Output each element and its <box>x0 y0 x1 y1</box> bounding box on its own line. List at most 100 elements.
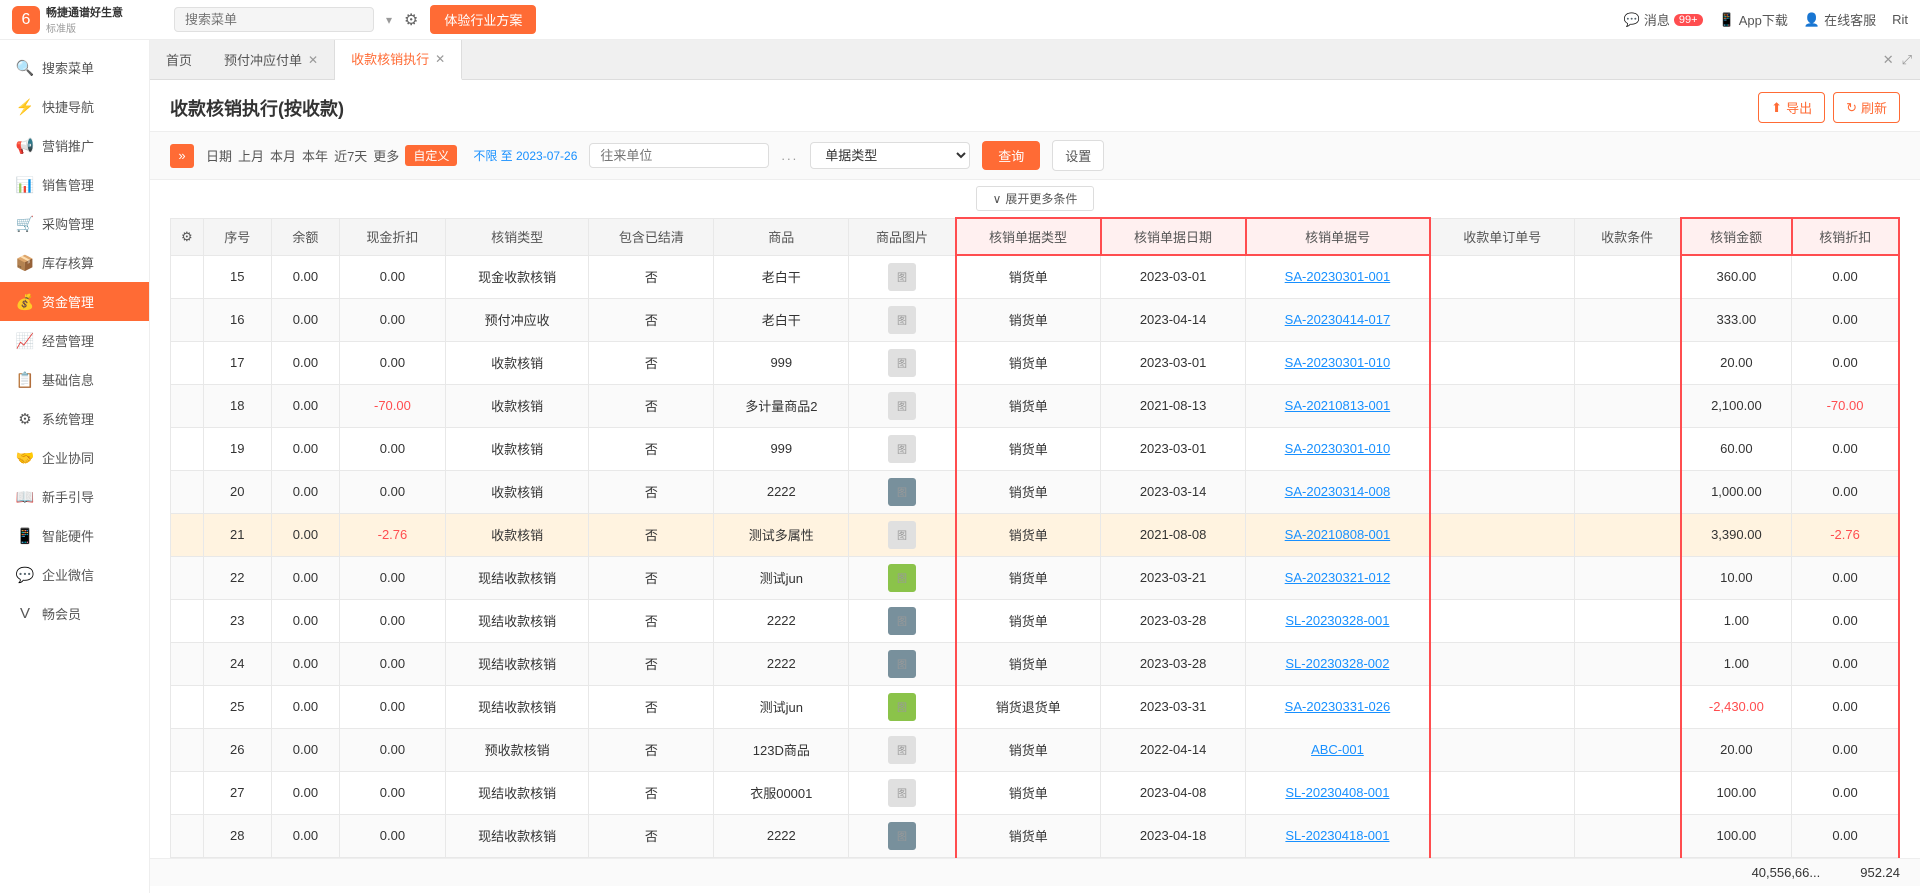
cell-receipt-order-no <box>1430 556 1574 599</box>
cell-goods: 2222 <box>714 642 849 685</box>
tab-close-all[interactable]: ✕ <box>1883 52 1894 68</box>
sidebar-item-basic[interactable]: 📋 基础信息 <box>0 360 149 399</box>
cell-write-off-amount: 20.00 <box>1681 728 1792 771</box>
cell-receipt-order-no <box>1430 298 1574 341</box>
sidebar-item-nav[interactable]: ⚡ 快捷导航 <box>0 87 149 126</box>
sidebar-item-finance[interactable]: 💰 资金管理 <box>0 282 149 321</box>
table-row: 18 0.00 -70.00 收款核销 否 多计量商品2 图 销货单 2021-… <box>171 384 1900 427</box>
table-row: 21 0.00 -2.76 收款核销 否 测试多属性 图 销货单 2021-08… <box>171 513 1900 556</box>
cell-include-settled: 否 <box>589 599 714 642</box>
sidebar-item-guide[interactable]: 📖 新手引导 <box>0 477 149 516</box>
cell-balance: 0.00 <box>271 513 339 556</box>
system-icon: ⚙ <box>16 410 34 428</box>
logo-text: 畅捷通谱好生意 标准版 <box>46 4 123 35</box>
tab-prepay-close[interactable]: ✕ <box>308 53 318 67</box>
total-amount: 40,556,66... <box>1752 865 1821 880</box>
expand-more-btn[interactable]: ∨ 展开更多条件 <box>976 186 1095 211</box>
table-row: 16 0.00 0.00 预付冲应收 否 老白干 图 销货单 2023-04-1… <box>171 298 1900 341</box>
col-index: 序号 <box>203 218 271 255</box>
cell-goods-img: 图 <box>849 255 956 298</box>
col-write-off-type: 核销类型 <box>445 218 589 255</box>
cell-cash-discount: 0.00 <box>340 771 446 814</box>
cell-goods: 999 <box>714 427 849 470</box>
page-header: 收款核销执行(按收款) ⬆ 导出 ↻ 刷新 <box>150 80 1920 131</box>
cell-index: 19 <box>203 427 271 470</box>
sidebar-item-collab[interactable]: 🤝 企业协同 <box>0 438 149 477</box>
app-download-btn[interactable]: 📱 App下载 <box>1719 10 1788 29</box>
cell-receipt-order-no <box>1430 255 1574 298</box>
col-gear[interactable]: ⚙ <box>171 218 204 255</box>
dropdown-icon[interactable]: ▾ <box>386 13 392 27</box>
tab-home[interactable]: 首页 <box>150 40 208 80</box>
sidebar-item-sales[interactable]: 📊 销售管理 <box>0 165 149 204</box>
date-custom[interactable]: 自定义 <box>405 145 457 166</box>
sidebar-item-system[interactable]: ⚙ 系统管理 <box>0 399 149 438</box>
cell-receipt-condition <box>1574 513 1681 556</box>
sidebar-item-purchase[interactable]: 🛒 采购管理 <box>0 204 149 243</box>
cell-write-off-type: 收款核销 <box>445 384 589 427</box>
tab-expand[interactable]: ⤢ <box>1902 52 1912 68</box>
date-last-month[interactable]: 上月 <box>238 146 264 165</box>
data-table: ⚙ 序号 余额 现金折扣 核销类型 包含已结清 商品 商品图片 核销单据类型 核… <box>170 217 1900 858</box>
cell-balance: 0.00 <box>271 728 339 771</box>
cell-write-off-no: ABC-001 <box>1246 728 1430 771</box>
collab-icon: 🤝 <box>16 449 34 467</box>
filter-expand-btn[interactable]: » <box>170 144 194 168</box>
search-input[interactable] <box>174 7 374 32</box>
cell-write-off-type: 预收款核销 <box>445 728 589 771</box>
cell-index: 17 <box>203 341 271 384</box>
date-more[interactable]: 更多 <box>373 146 399 165</box>
tab-write-off[interactable]: 收款核销执行 ✕ <box>335 40 462 80</box>
notification-btn[interactable]: 💬 消息 99+ <box>1624 10 1703 29</box>
tab-write-off-close[interactable]: ✕ <box>435 52 445 66</box>
cell-goods: 多计量商品2 <box>714 384 849 427</box>
cell-gear <box>171 642 204 685</box>
sidebar-item-hardware[interactable]: 📱 智能硬件 <box>0 516 149 555</box>
settings-icon[interactable]: ⚙ <box>404 10 418 30</box>
cell-goods-img: 图 <box>849 599 956 642</box>
sidebar-item-marketing[interactable]: 📢 营销推广 <box>0 126 149 165</box>
settings-btn[interactable]: 设置 <box>1052 140 1104 171</box>
tab-bar-right: ✕ ⤢ <box>1883 52 1920 68</box>
cell-gear <box>171 728 204 771</box>
user-name[interactable]: Rit <box>1892 12 1908 27</box>
cell-goods-img: 图 <box>849 427 956 470</box>
refresh-btn[interactable]: ↻ 刷新 <box>1833 92 1900 123</box>
online-service-btn[interactable]: 👤 在线客服 <box>1804 10 1876 29</box>
export-icon: ⬆ <box>1771 100 1782 116</box>
cell-write-off-no: SA-20210808-001 <box>1246 513 1430 556</box>
cell-gear <box>171 513 204 556</box>
partner-picker-btn[interactable]: ... <box>781 148 798 163</box>
cell-receipt-condition <box>1574 298 1681 341</box>
cell-balance: 0.00 <box>271 384 339 427</box>
sidebar-item-operation[interactable]: 📈 经营管理 <box>0 321 149 360</box>
cell-goods: 老白干 <box>714 298 849 341</box>
sidebar-item-vip[interactable]: V 畅会员 <box>0 594 149 633</box>
partner-input[interactable] <box>589 143 769 168</box>
cell-write-off-doc-type: 销货单 <box>956 427 1101 470</box>
tab-prepay[interactable]: 预付冲应付单 ✕ <box>208 40 335 80</box>
cell-write-off-amount: 1,000.00 <box>1681 470 1792 513</box>
cell-write-off-amount: 100.00 <box>1681 771 1792 814</box>
industry-btn[interactable]: 体验行业方案 <box>430 5 536 34</box>
cell-cash-discount: 0.00 <box>340 599 446 642</box>
query-btn[interactable]: 查询 <box>982 141 1040 170</box>
cell-write-off-doc-type: 销货单 <box>956 642 1101 685</box>
date-this-year[interactable]: 本年 <box>302 146 328 165</box>
export-btn[interactable]: ⬆ 导出 <box>1758 92 1825 123</box>
operation-icon: 📈 <box>16 332 34 350</box>
date-7days[interactable]: 近7天 <box>334 146 367 165</box>
cell-gear <box>171 685 204 728</box>
cell-write-off-amount: 60.00 <box>1681 427 1792 470</box>
date-this-month[interactable]: 本月 <box>270 146 296 165</box>
cell-cash-discount: 0.00 <box>340 298 446 341</box>
sidebar-item-search[interactable]: 🔍 搜索菜单 <box>0 48 149 87</box>
cell-write-off-date: 2023-04-14 <box>1101 298 1246 341</box>
sidebar-item-inventory[interactable]: 📦 库存核算 <box>0 243 149 282</box>
cell-receipt-order-no <box>1430 771 1574 814</box>
service-icon: 👤 <box>1804 12 1820 28</box>
col-goods-img: 商品图片 <box>849 218 956 255</box>
doc-type-select[interactable]: 单据类型 <box>810 142 970 169</box>
cell-goods: 2222 <box>714 470 849 513</box>
sidebar-item-wechat[interactable]: 💬 企业微信 <box>0 555 149 594</box>
